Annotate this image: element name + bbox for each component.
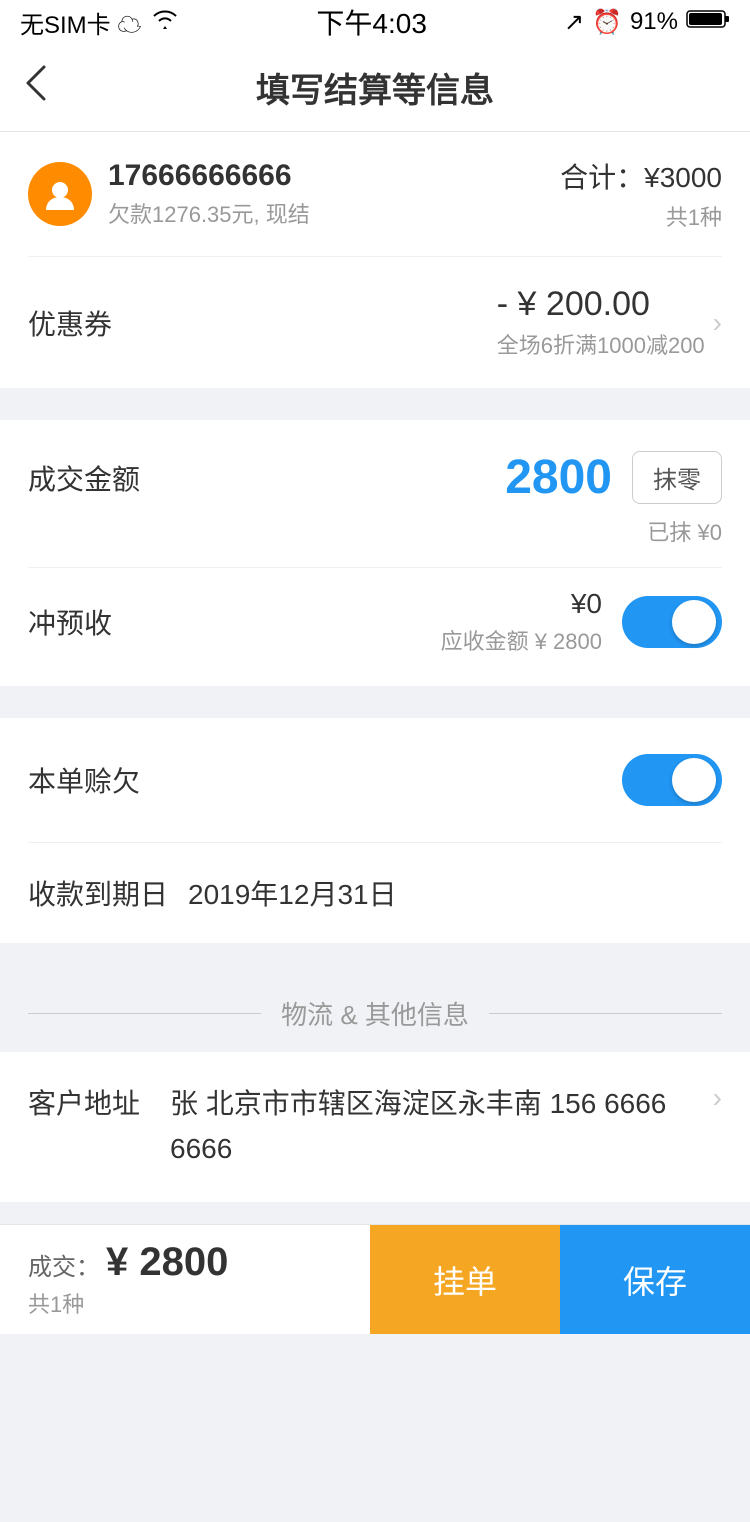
pre-right: ¥0 应收金额 ¥ 2800 <box>441 588 602 656</box>
nav-bar: 填写结算等信息 <box>0 44 750 132</box>
duedate-row: 收款到期日 2019年12月31日 <box>28 842 722 943</box>
user-left: 17666666666 欠款1276.35元, 现结 <box>28 159 310 229</box>
bottom-bar: 成交： ¥ 2800 共1种 挂单 保存 <box>0 1224 750 1334</box>
coupon-label: 优惠券 <box>28 303 112 343</box>
address-chevron-icon: › <box>713 1082 722 1114</box>
order-count: 共1种 <box>560 200 722 232</box>
pre-label: 冲预收 <box>28 602 112 642</box>
deal-card: 成交金额 2800 抹零 已抹 ¥0 冲预收 ¥0 应收金额 ¥ 2800 <box>0 420 750 686</box>
logistics-divider: 物流 & 其他信息 <box>0 975 750 1052</box>
back-button[interactable] <box>24 63 48 112</box>
location-icon: ↗ <box>564 8 584 37</box>
user-debt: 欠款1276.35元, 现结 <box>108 197 310 229</box>
bottom-deal-label: 成交： <box>28 1247 100 1282</box>
status-bar: 无SIM卡 ☁ 下午4:03 ↗ ⏰ 91% <box>0 0 750 44</box>
separator-1 <box>0 404 750 420</box>
save-button[interactable]: 保存 <box>560 1225 750 1334</box>
bottom-actions: 挂单 保存 <box>370 1225 750 1334</box>
hang-button[interactable]: 挂单 <box>370 1225 560 1334</box>
coupon-row[interactable]: 优惠券 - ¥ 200.00 全场6折满1000减200 › <box>28 256 722 388</box>
duedate-label: 收款到期日 <box>28 873 168 913</box>
wifi-icon <box>151 8 179 37</box>
bottom-summary: 成交： ¥ 2800 共1种 <box>0 1240 370 1319</box>
bendan-toggle[interactable] <box>622 754 722 806</box>
signal-text: 无SIM卡 ☁ <box>20 5 141 40</box>
status-time: 下午4:03 <box>316 2 427 42</box>
deal-label: 成交金额 <box>28 458 140 498</box>
divider-line-left <box>28 1013 261 1014</box>
user-row: 17666666666 欠款1276.35元, 现结 合计：¥3000 共1种 <box>28 132 722 256</box>
user-summary: 合计：¥3000 共1种 <box>560 156 722 232</box>
user-phone: 17666666666 <box>108 159 310 193</box>
bendan-label: 本单赊欠 <box>28 760 140 800</box>
coupon-amount: - ¥ 200.00 <box>497 285 705 324</box>
battery-icon <box>686 8 730 37</box>
address-label: 客户地址 <box>28 1082 140 1122</box>
round-button[interactable]: 抹零 <box>632 451 722 504</box>
deal-right: 2800 抹零 <box>505 450 722 505</box>
deal-sub: 已抹 ¥0 <box>28 515 722 567</box>
status-left: 无SIM卡 ☁ <box>20 5 179 40</box>
address-row[interactable]: 客户地址 张 北京市市辖区海淀区永丰南 156 6666 6666 › <box>0 1052 750 1202</box>
pre-amount: ¥0 <box>441 588 602 620</box>
coupon-right: - ¥ 200.00 全场6折满1000减200 › <box>497 285 722 360</box>
bottom-deal-amount: ¥ 2800 <box>106 1240 228 1285</box>
separator-3 <box>0 959 750 975</box>
pre-row: 冲预收 ¥0 应收金额 ¥ 2800 <box>28 567 722 686</box>
battery-text: 91% <box>630 8 678 36</box>
coupon-chevron-icon: › <box>713 307 722 339</box>
user-info: 17666666666 欠款1276.35元, 现结 <box>108 159 310 229</box>
coupon-desc: 全场6折满1000减200 <box>497 328 705 360</box>
alarm-icon: ⏰ <box>592 8 622 37</box>
deal-amount: 2800 <box>505 450 612 505</box>
deal-row: 成交金额 2800 抹零 <box>28 420 722 515</box>
bendan-row: 本单赊欠 <box>28 718 722 842</box>
status-right: ↗ ⏰ 91% <box>564 8 730 37</box>
divider-line-right <box>489 1013 722 1014</box>
bendan-card: 本单赊欠 收款到期日 2019年12月31日 <box>0 718 750 943</box>
separator-2 <box>0 702 750 718</box>
duedate-value: 2019年12月31日 <box>188 873 397 913</box>
logistics-text: 物流 & 其他信息 <box>281 995 469 1032</box>
pre-receive-toggle[interactable] <box>622 596 722 648</box>
page-title: 填写结算等信息 <box>256 63 494 112</box>
address-value: 张 北京市市辖区海淀区永丰南 156 6666 6666 <box>170 1082 703 1172</box>
user-card: 17666666666 欠款1276.35元, 现结 合计：¥3000 共1种 … <box>0 132 750 388</box>
order-total: 合计：¥3000 <box>560 156 722 196</box>
bottom-count: 共1种 <box>28 1287 342 1319</box>
avatar <box>28 162 92 226</box>
pre-desc: 应收金额 ¥ 2800 <box>441 624 602 656</box>
